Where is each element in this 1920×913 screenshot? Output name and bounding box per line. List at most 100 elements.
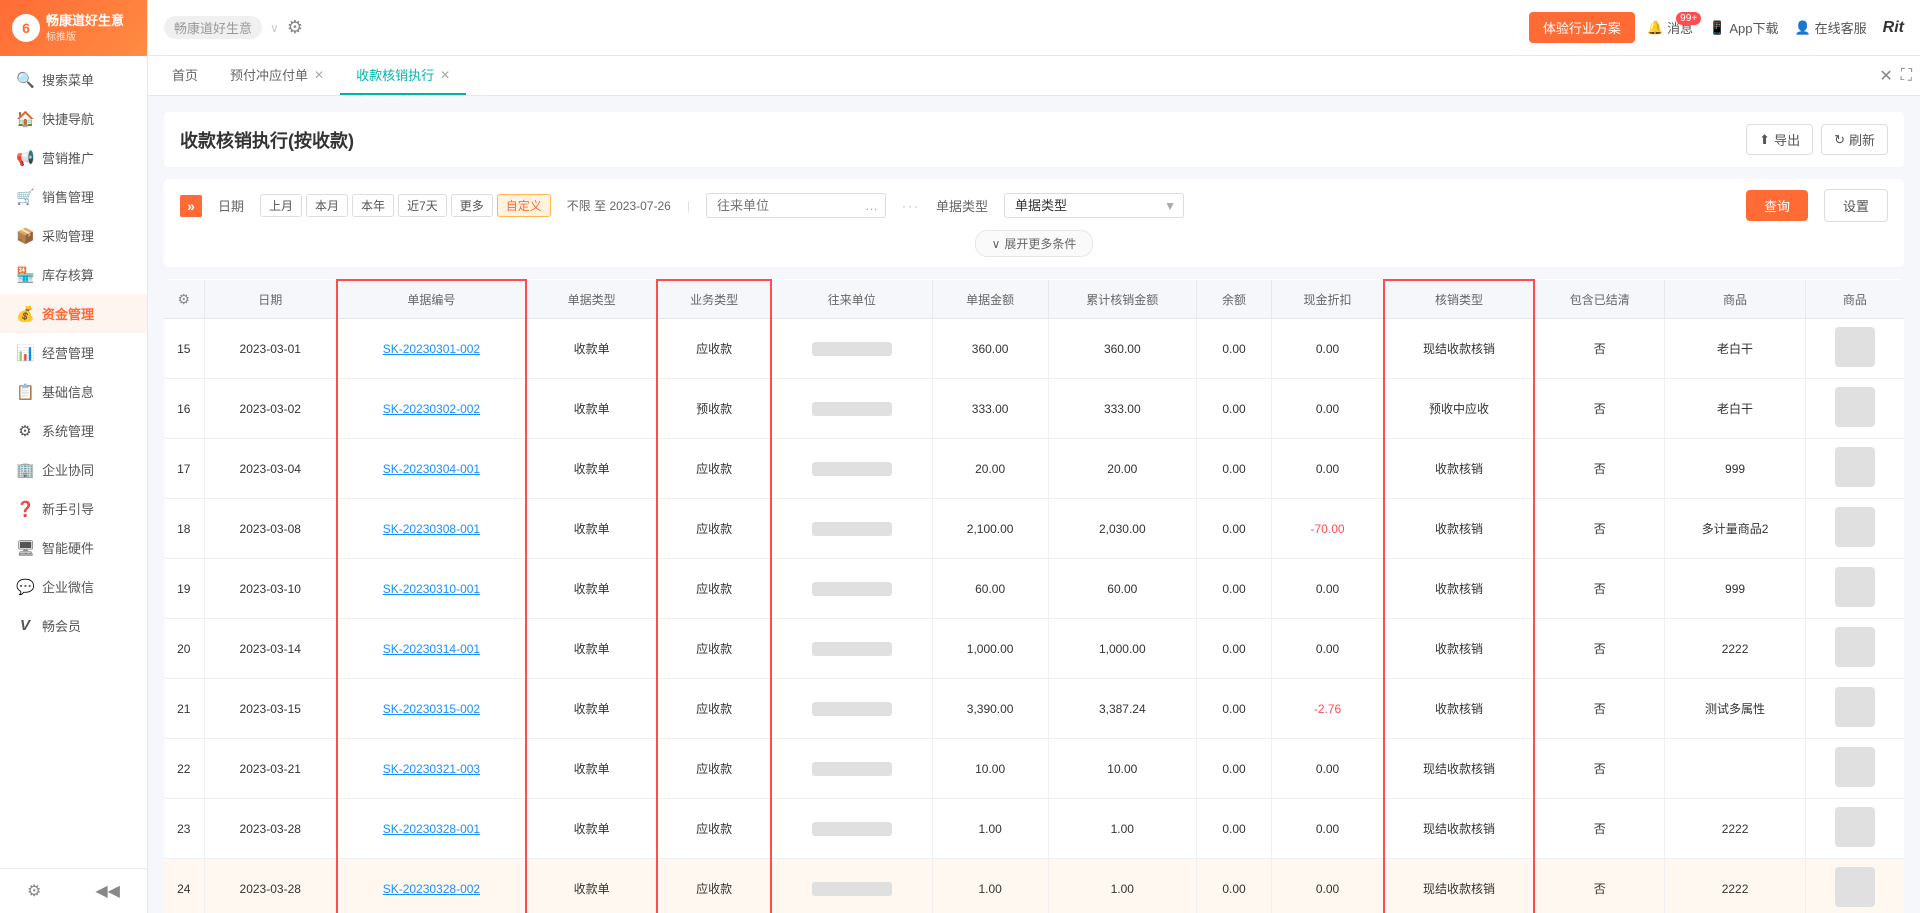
cell-bill-type: 收款单 <box>526 859 658 913</box>
cell-total-write-off: 60.00 <box>1048 559 1196 619</box>
sidebar-item-member[interactable]: V 畅会员 <box>0 606 147 645</box>
cell-amount: 2,100.00 <box>932 499 1048 559</box>
table-settings-icon[interactable]: ⚙ <box>177 291 190 307</box>
tab-collection[interactable]: 收款核销执行 ✕ <box>340 56 466 95</box>
rit-text: Rit <box>1883 19 1904 36</box>
tab-prepay[interactable]: 预付冲应付单 ✕ <box>214 56 340 95</box>
sidebar-item-operations[interactable]: 📊 经营管理 <box>0 333 147 372</box>
bill-type-select[interactable]: 单据类型 收款单 红字收款单 <box>1004 193 1184 218</box>
th-unit: 往来单位 <box>771 280 932 319</box>
bill-no-link[interactable]: SK-20230304-001 <box>383 462 480 476</box>
member-icon: V <box>16 617 34 634</box>
unit-filter-container: … <box>706 193 886 218</box>
bill-no-link[interactable]: SK-20230308-001 <box>383 522 480 536</box>
bill-no-link[interactable]: SK-20230314-001 <box>383 642 480 656</box>
sidebar-settings-btn[interactable]: ⚙ <box>19 877 49 905</box>
sidebar-item-wechat[interactable]: 💬 企业微信 <box>0 567 147 606</box>
last-month-button[interactable]: 上月 <box>260 194 302 217</box>
cell-product2 <box>1805 439 1904 499</box>
cell-bill-type: 收款单 <box>526 439 658 499</box>
online-service-label: 在线客服 <box>1815 18 1867 37</box>
sidebar-item-label: 新手引导 <box>42 499 94 518</box>
table-row: 16 2023-03-02 SK-20230302-002 收款单 预收款 ██… <box>164 379 1904 439</box>
table-row: 21 2023-03-15 SK-20230315-002 收款单 应收款 ██… <box>164 679 1904 739</box>
cell-write-off-type: 收款核销 <box>1384 439 1534 499</box>
sidebar-item-marketing[interactable]: 📢 营销推广 <box>0 138 147 177</box>
export-button[interactable]: ⬆ 导出 <box>1746 124 1813 155</box>
bill-no-link[interactable]: SK-20230310-001 <box>383 582 480 596</box>
cell-unit: ████ <box>771 379 932 439</box>
bill-no-link[interactable]: SK-20230328-001 <box>383 822 480 836</box>
online-service-link[interactable]: 👤 在线客服 <box>1794 18 1866 37</box>
main-area: 畅康道好生意 ∨ ⚙ 体验行业方案 🔔 消息 99+ 📱 App下载 👤 在线客… <box>148 0 1920 913</box>
mobile-icon: 📱 <box>1709 20 1725 36</box>
custom-date-button[interactable]: 自定义 <box>497 194 551 217</box>
tab-expand-action-icon[interactable]: ⛶ <box>1901 67 1912 85</box>
tab-home[interactable]: 首页 <box>156 56 214 95</box>
expand-more-button[interactable]: ∨ 展开更多条件 <box>975 230 1094 257</box>
sidebar-item-system[interactable]: ⚙ 系统管理 <box>0 411 147 450</box>
sidebar-item-guide[interactable]: ❓ 新手引导 <box>0 489 147 528</box>
sidebar-item-enterprise[interactable]: 🏢 企业协同 <box>0 450 147 489</box>
th-settings[interactable]: ⚙ <box>164 280 204 319</box>
filter-settings-button[interactable]: 设置 <box>1824 189 1888 222</box>
header-gear-icon[interactable]: ⚙ <box>287 17 303 38</box>
cell-total-write-off: 2,030.00 <box>1048 499 1196 559</box>
sidebar-item-hardware[interactable]: 🖥 智能硬件 <box>0 528 147 567</box>
cell-bill-no: SK-20230304-001 <box>337 439 526 499</box>
sidebar-item-sales[interactable]: 🛒 销售管理 <box>0 177 147 216</box>
sidebar-item-inventory[interactable]: 🏪 库存核算 <box>0 255 147 294</box>
cell-total-write-off: 1.00 <box>1048 859 1196 913</box>
table-row: 15 2023-03-01 SK-20230301-002 收款单 应收款 ██… <box>164 319 1904 379</box>
bill-no-link[interactable]: SK-20230301-002 <box>383 342 480 356</box>
sidebar-nav: 🔍 搜索菜单 🏠 快捷导航 📢 营销推广 🛒 销售管理 📦 采购管理 🏪 库存核… <box>0 56 147 868</box>
tab-close-action-icon[interactable]: ✕ <box>1879 66 1892 86</box>
tab-prepay-close-icon[interactable]: ✕ <box>314 68 324 82</box>
app-download-link[interactable]: 📱 App下载 <box>1709 18 1778 37</box>
more-date-button[interactable]: 更多 <box>451 194 493 217</box>
cell-write-off-type: 收款核销 <box>1384 679 1534 739</box>
cell-unit: ████ <box>771 559 932 619</box>
notifications-badge: 99+ <box>1676 12 1701 25</box>
unit-filter-input[interactable] <box>706 193 886 218</box>
query-button[interactable]: 查询 <box>1746 190 1808 221</box>
bill-no-link[interactable]: SK-20230315-002 <box>383 702 480 716</box>
sidebar-item-label: 资金管理 <box>42 304 94 323</box>
sidebar-item-search[interactable]: 🔍 搜索菜单 <box>0 60 147 99</box>
cell-date: 2023-03-15 <box>204 679 337 739</box>
filter-expand-button[interactable]: » <box>180 195 202 217</box>
last-7days-button[interactable]: 近7天 <box>398 194 447 217</box>
sidebar-item-basic[interactable]: 📋 基础信息 <box>0 372 147 411</box>
bill-no-link[interactable]: SK-20230328-002 <box>383 882 480 896</box>
bill-no-link[interactable]: SK-20230321-003 <box>383 762 480 776</box>
cell-product2 <box>1805 499 1904 559</box>
this-month-button[interactable]: 本月 <box>306 194 348 217</box>
notifications-button[interactable]: 🔔 消息 99+ <box>1647 18 1693 37</box>
bill-no-link[interactable]: SK-20230302-002 <box>383 402 480 416</box>
industry-solution-button[interactable]: 体验行业方案 <box>1529 12 1635 43</box>
filter-bar: » 日期 上月 本月 本年 近7天 更多 自定义 不限 至 2023-07-26… <box>164 179 1904 267</box>
this-year-button[interactable]: 本年 <box>352 194 394 217</box>
refresh-button[interactable]: ↻ 刷新 <box>1821 124 1888 155</box>
tab-collection-close-icon[interactable]: ✕ <box>440 68 450 82</box>
export-label: 导出 <box>1774 130 1800 149</box>
bill-type-filter-container: 单据类型 收款单 红字收款单 ▼ <box>1004 193 1184 218</box>
sidebar-item-finance[interactable]: 💰 资金管理 <box>0 294 147 333</box>
system-icon: ⚙ <box>16 422 34 440</box>
user-info: Rit <box>1883 19 1904 37</box>
enterprise-icon: 🏢 <box>16 461 34 479</box>
cell-balance: 0.00 <box>1197 439 1272 499</box>
cell-bill-no: SK-20230301-002 <box>337 319 526 379</box>
sidebar-item-quicknav[interactable]: 🏠 快捷导航 <box>0 99 147 138</box>
cell-product: 老白干 <box>1665 379 1805 439</box>
tab-bar: 首页 预付冲应付单 ✕ 收款核销执行 ✕ ✕ ⛶ <box>148 56 1920 96</box>
cell-bill-no: SK-20230314-001 <box>337 619 526 679</box>
expand-down-icon: ∨ <box>992 237 1001 251</box>
th-balance: 余额 <box>1197 280 1272 319</box>
sidebar-item-purchase[interactable]: 📦 采购管理 <box>0 216 147 255</box>
logo-icon: 6 <box>12 14 40 42</box>
sidebar-collapse-btn[interactable]: ◀◀ <box>87 877 128 905</box>
cell-product <box>1665 739 1805 799</box>
content-area: 收款核销执行(按收款) ⬆ 导出 ↻ 刷新 » 日期 <box>148 96 1920 913</box>
cell-no: 17 <box>164 439 204 499</box>
